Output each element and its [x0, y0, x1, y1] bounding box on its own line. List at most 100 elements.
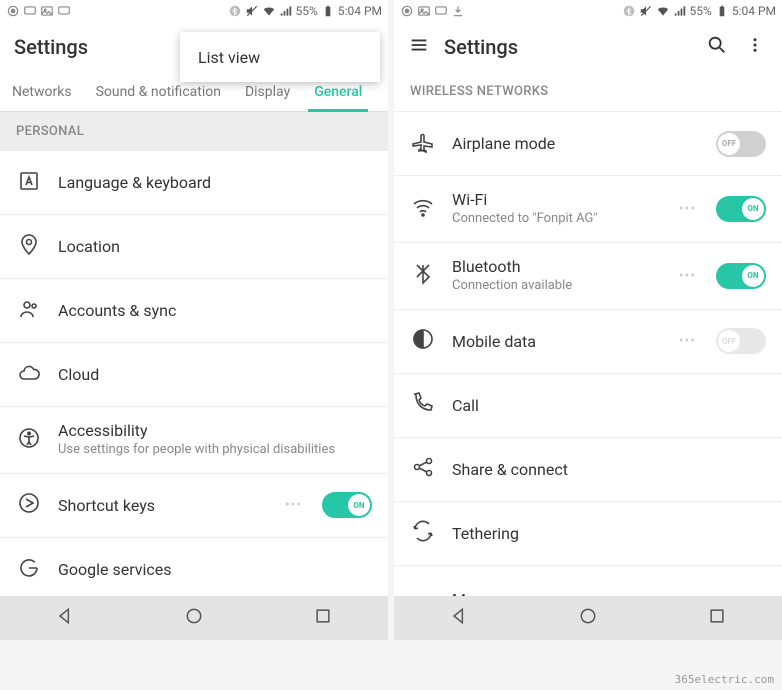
toggle-shortcut-keys[interactable]: ON: [322, 492, 372, 518]
row-label: Call: [452, 396, 766, 415]
status-time: 5:04 PM: [732, 4, 776, 18]
shortcut-icon: [17, 491, 41, 519]
row-mobile-data[interactable]: Mobile data ••• OFF: [394, 310, 782, 374]
row-call[interactable]: Call: [394, 374, 782, 438]
row-label: Tethering: [452, 524, 766, 543]
font-icon: [17, 169, 41, 197]
tethering-icon: [411, 519, 435, 547]
airplane-icon: [411, 130, 435, 158]
nav-back-icon[interactable]: [55, 606, 75, 630]
row-tethering[interactable]: Tethering: [394, 502, 782, 566]
search-icon[interactable]: [706, 34, 728, 60]
status-icon-signal: [279, 4, 293, 18]
google-icon: [17, 556, 41, 584]
row-airplane-mode[interactable]: Airplane mode OFF: [394, 112, 782, 176]
popup-item-list-view[interactable]: List view: [198, 48, 260, 67]
row-label: Google services: [58, 560, 372, 579]
row-share-connect[interactable]: Share & connect: [394, 438, 782, 502]
status-icon-bluetooth: [228, 4, 242, 18]
row-google-services[interactable]: Google services: [0, 538, 388, 602]
row-label: Wi-Fi: [452, 190, 659, 209]
screen-right: 55% 5:04 PM Settings WIRELESS NETWORKS A…: [394, 0, 782, 640]
status-icon-battery: [321, 4, 335, 18]
nav-home-icon[interactable]: [578, 606, 598, 630]
row-label: Accessibility: [58, 421, 372, 440]
wireless-list: Airplane mode OFF Wi-Fi Connected to "Fo…: [394, 112, 782, 630]
row-sublabel: Connected to "Fonpit AG": [452, 211, 659, 228]
cloud-icon: [17, 361, 41, 389]
settings-list: Language & keyboard Location Accounts & …: [0, 151, 388, 602]
status-bar: 55% 5:04 PM: [394, 0, 782, 22]
row-label: Share & connect: [452, 460, 766, 479]
page-title: Settings: [14, 35, 88, 59]
accessibility-icon: [17, 426, 41, 454]
status-battery-pct: 55%: [690, 4, 712, 18]
overflow-icon[interactable]: [742, 34, 768, 60]
mobile-data-icon: [411, 327, 435, 355]
status-icon-download: [451, 4, 465, 18]
row-sublabel: Use settings for people with physical di…: [58, 442, 372, 459]
header: Settings: [394, 22, 782, 72]
row-label: Accounts & sync: [58, 301, 372, 320]
row-language-keyboard[interactable]: Language & keyboard: [0, 151, 388, 215]
page-title: Settings: [444, 35, 518, 59]
status-icon-chat2: [57, 4, 71, 18]
bluetooth-icon: [411, 262, 435, 290]
section-wireless-networks: WIRELESS NETWORKS: [394, 72, 782, 112]
row-bluetooth[interactable]: Bluetooth Connection available ••• ON: [394, 243, 782, 310]
status-icon-signal: [673, 4, 687, 18]
share-icon: [411, 455, 435, 483]
row-accounts-sync[interactable]: Accounts & sync: [0, 279, 388, 343]
row-wifi[interactable]: Wi-Fi Connected to "Fonpit AG" ••• ON: [394, 176, 782, 243]
status-time: 5:04 PM: [338, 4, 382, 18]
toggle-mobile-data[interactable]: OFF: [716, 328, 766, 354]
row-cloud[interactable]: Cloud: [0, 343, 388, 407]
nav-back-icon[interactable]: [449, 606, 469, 630]
nav-bar: [0, 596, 388, 640]
row-label: Cloud: [58, 365, 372, 384]
section-personal: PERSONAL: [0, 112, 388, 151]
row-label: Mobile data: [452, 332, 659, 351]
more-dots-icon[interactable]: •••: [675, 268, 700, 284]
status-icon-wifi: [656, 4, 670, 18]
more-dots-icon[interactable]: •••: [281, 497, 306, 513]
row-accessibility[interactable]: Accessibility Use settings for people wi…: [0, 407, 388, 474]
status-icon-image: [417, 4, 431, 18]
row-sublabel: Connection available: [452, 278, 659, 295]
status-icon-target: [400, 4, 414, 18]
toggle-airplane-mode[interactable]: OFF: [716, 131, 766, 157]
call-icon: [411, 391, 435, 419]
screen-left: 55% 5:04 PM Settings List view Networks …: [0, 0, 388, 640]
status-bar: 55% 5:04 PM: [0, 0, 388, 22]
row-location[interactable]: Location: [0, 215, 388, 279]
nav-recents-icon[interactable]: [313, 606, 333, 630]
hamburger-icon[interactable]: [408, 34, 430, 60]
nav-recents-icon[interactable]: [707, 606, 727, 630]
status-icon-mute: [639, 4, 653, 18]
status-icon-wifi: [262, 4, 276, 18]
row-label: Bluetooth: [452, 257, 659, 276]
row-label: Language & keyboard: [58, 173, 372, 192]
toggle-wifi[interactable]: ON: [716, 196, 766, 222]
wifi-icon: [411, 195, 435, 223]
toggle-bluetooth[interactable]: ON: [716, 263, 766, 289]
status-icon-mute: [245, 4, 259, 18]
row-label: Airplane mode: [452, 134, 700, 153]
status-icon-chat: [23, 4, 37, 18]
status-icon-battery: [715, 4, 729, 18]
overflow-popup[interactable]: List view: [180, 32, 380, 82]
nav-bar: [394, 596, 782, 640]
row-label: Shortcut keys: [58, 496, 265, 515]
more-dots-icon[interactable]: •••: [675, 333, 700, 349]
status-icon-target: [6, 4, 20, 18]
status-icon-image: [40, 4, 54, 18]
more-dots-icon[interactable]: •••: [675, 201, 700, 217]
watermark: 365electric.com: [675, 673, 774, 686]
row-shortcut-keys[interactable]: Shortcut keys ••• ON: [0, 474, 388, 538]
accounts-icon: [17, 297, 41, 325]
status-icon-bluetooth: [622, 4, 636, 18]
status-battery-pct: 55%: [296, 4, 318, 18]
nav-home-icon[interactable]: [184, 606, 204, 630]
tab-networks[interactable]: Networks: [0, 72, 84, 111]
location-icon: [17, 233, 41, 261]
